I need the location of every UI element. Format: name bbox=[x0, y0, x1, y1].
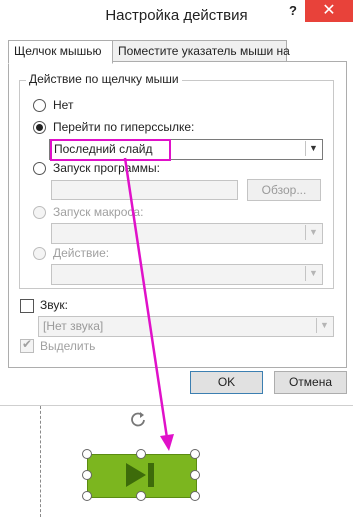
browse-button[interactable]: Обзор... bbox=[247, 179, 321, 201]
radio-run-program-label[interactable]: Запуск программы: bbox=[53, 161, 160, 175]
annotation-highlight-box bbox=[50, 139, 171, 161]
sound-label[interactable]: Звук: bbox=[40, 298, 68, 312]
resize-handle-bottom-right[interactable] bbox=[190, 491, 200, 501]
cancel-button[interactable]: Отмена bbox=[274, 371, 347, 394]
sound-checkbox[interactable] bbox=[20, 299, 34, 313]
radio-hyperlink[interactable] bbox=[33, 121, 46, 134]
help-button[interactable]: ? bbox=[284, 2, 302, 20]
play-end-icon bbox=[126, 463, 154, 487]
radio-hyperlink-label[interactable]: Перейти по гиперссылке: bbox=[53, 120, 194, 134]
macro-select[interactable]: ▼ bbox=[51, 223, 323, 244]
radio-none[interactable] bbox=[33, 99, 46, 112]
chevron-down-icon: ▼ bbox=[305, 266, 321, 281]
radio-object-action[interactable] bbox=[33, 247, 46, 260]
sound-select-value: [Нет звука] bbox=[43, 319, 104, 333]
resize-handle-top-right[interactable] bbox=[190, 449, 200, 459]
resize-handle-bottom-left[interactable] bbox=[82, 491, 92, 501]
tab-mouse-click[interactable]: Щелчок мышью bbox=[8, 40, 113, 64]
radio-run-macro-label: Запуск макроса: bbox=[53, 205, 144, 219]
resize-handle-top[interactable] bbox=[136, 449, 146, 459]
object-action-select[interactable]: ▼ bbox=[51, 264, 323, 285]
rotate-handle-icon[interactable] bbox=[129, 410, 147, 428]
close-button[interactable]: ✕ bbox=[305, 0, 353, 22]
resize-handle-right[interactable] bbox=[190, 470, 200, 480]
tab-mouse-over[interactable]: Поместите указатель мыши на bbox=[112, 40, 290, 62]
chevron-down-icon: ▼ bbox=[316, 318, 332, 333]
resize-handle-left[interactable] bbox=[82, 470, 92, 480]
action-group-title: Действие по щелчку мыши bbox=[26, 72, 182, 86]
program-path-input[interactable] bbox=[51, 180, 238, 200]
highlight-label: Выделить bbox=[40, 339, 96, 353]
ok-button[interactable]: OK bbox=[190, 371, 263, 394]
chevron-down-icon: ▼ bbox=[305, 225, 321, 240]
radio-none-label[interactable]: Нет bbox=[53, 98, 73, 112]
resize-handle-bottom[interactable] bbox=[136, 491, 146, 501]
action-settings-dialog: Настройка действия ? ✕ Щелчок мышью Поме… bbox=[0, 0, 353, 406]
radio-object-action-label: Действие: bbox=[53, 246, 110, 260]
checkmark-icon: ✔ bbox=[22, 337, 33, 351]
sound-select[interactable]: [Нет звука] ▼ bbox=[38, 316, 334, 337]
radio-run-program[interactable] bbox=[33, 162, 46, 175]
slide-guide-line bbox=[40, 406, 41, 517]
title-bar: Настройка действия ? ✕ bbox=[0, 0, 353, 32]
radio-run-macro[interactable] bbox=[33, 206, 46, 219]
highlight-checkbox[interactable]: ✔ bbox=[20, 337, 34, 353]
chevron-down-icon[interactable]: ▼ bbox=[305, 141, 321, 156]
resize-handle-top-left[interactable] bbox=[82, 449, 92, 459]
